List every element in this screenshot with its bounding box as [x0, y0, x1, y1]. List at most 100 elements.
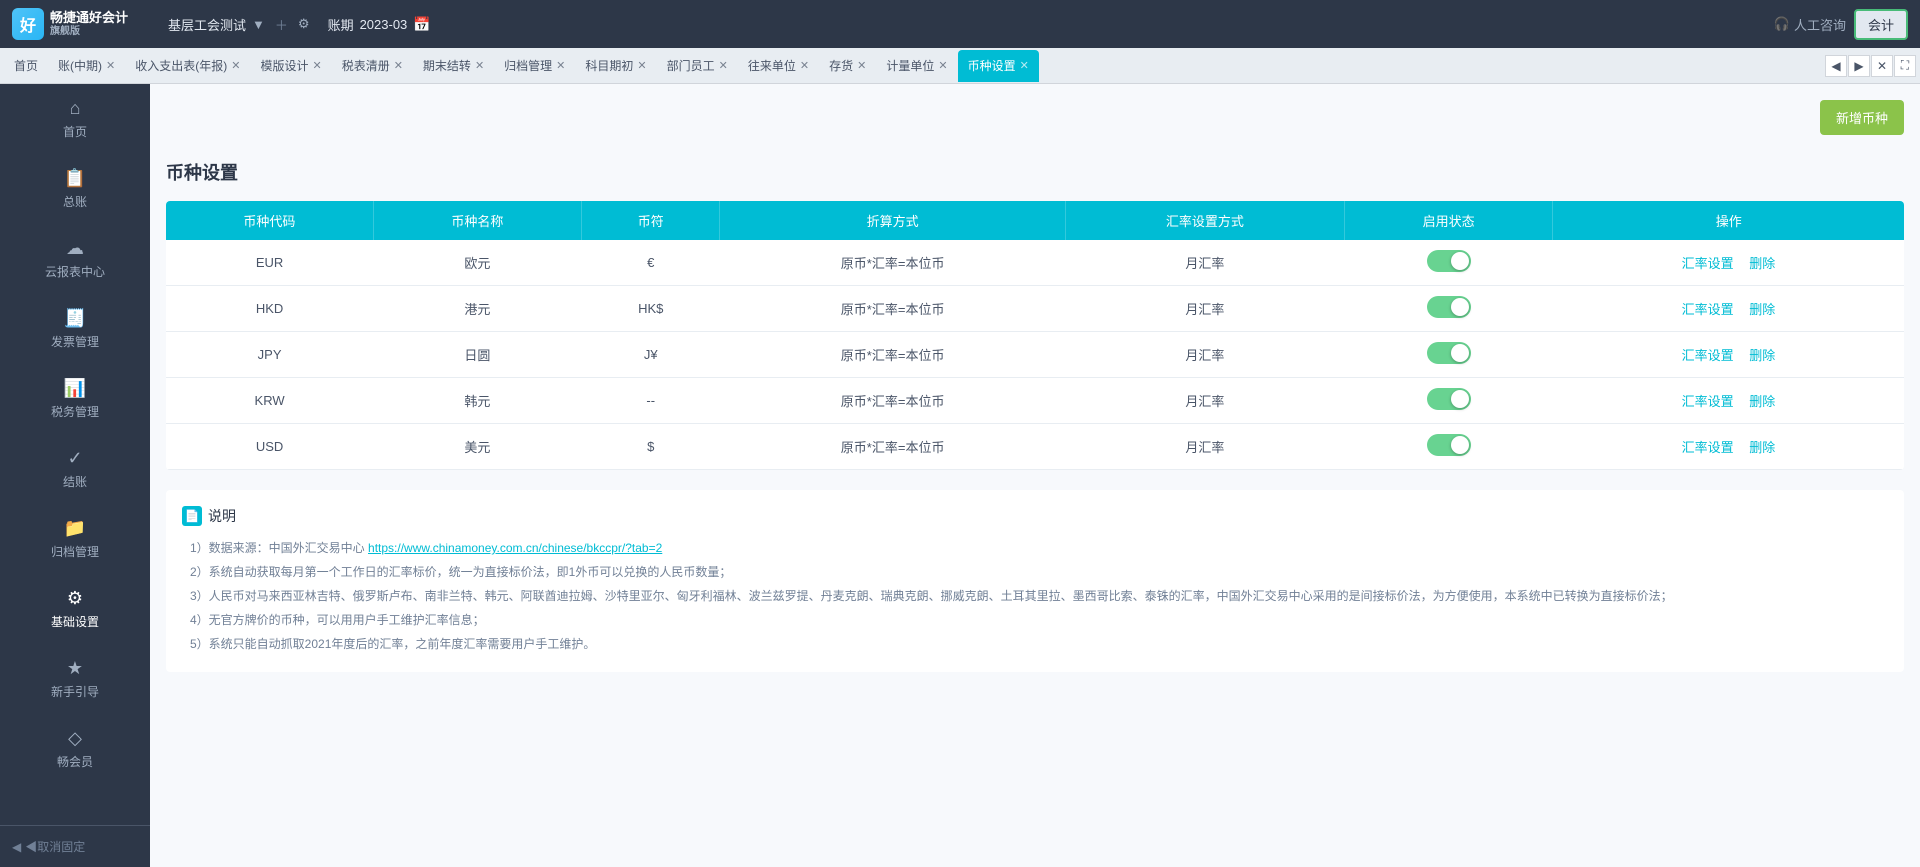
toggle-track	[1427, 342, 1471, 364]
help-button[interactable]: 🎧 人工咨询	[1774, 15, 1846, 34]
tab-home[interactable]: 首页	[4, 50, 48, 82]
tab-currency-close[interactable]: ✕	[1020, 59, 1029, 72]
sidebar-item-tax[interactable]: 📊 税务管理	[0, 364, 150, 434]
enable-toggle[interactable]	[1427, 388, 1471, 410]
sidebar-item-checkout[interactable]: ✓ 结账	[0, 434, 150, 504]
delete-link[interactable]: 删除	[1749, 440, 1775, 455]
tab-subject-close[interactable]: ✕	[637, 59, 646, 72]
delete-link[interactable]: 删除	[1749, 302, 1775, 317]
table-row: HKD 港元 HK$ 原币*汇率=本位币 月汇率 汇率设置 删除	[166, 286, 1904, 332]
cell-actions: 汇率设置 删除	[1553, 286, 1904, 332]
rate-setting-link[interactable]: 汇率设置	[1682, 440, 1734, 455]
tab-measure-close[interactable]: ✕	[938, 59, 947, 72]
tab-prev-button[interactable]: ◀	[1825, 55, 1847, 77]
note-item-3: 3）人民币对马来西亚林吉特、俄罗斯卢布、南非兰特、韩元、阿联酋迪拉姆、沙特里亚尔…	[190, 584, 1888, 608]
settings-gear-icon: ⚙	[67, 588, 83, 609]
sidebar-item-home[interactable]: ⌂ 首页	[0, 84, 150, 154]
tab-subject[interactable]: 科目期初 ✕	[575, 50, 656, 82]
enable-toggle[interactable]	[1427, 296, 1471, 318]
tab-archive[interactable]: 归档管理 ✕	[494, 50, 575, 82]
note-section: 📄 说明 1）数据来源：中国外汇交易中心 https://www.chinamo…	[166, 490, 1904, 672]
rate-setting-link[interactable]: 汇率设置	[1682, 394, 1734, 409]
tab-bar: 首页 账(中期) ✕ 收入支出表(年报) ✕ 模版设计 ✕ 税表清册 ✕ 期末结…	[0, 48, 1920, 84]
period-value: 2023-03	[360, 17, 408, 32]
invoice-icon: 🧾	[64, 308, 86, 329]
tab-dept[interactable]: 部门员工 ✕	[657, 50, 738, 82]
sidebar-item-settings[interactable]: ⚙ 基础设置	[0, 574, 150, 644]
rate-setting-link[interactable]: 汇率设置	[1682, 256, 1734, 271]
account-button[interactable]: 会计	[1854, 9, 1908, 40]
home-icon: ⌂	[70, 98, 81, 119]
breadcrumb-area: 基层工会测试 ▼ ＋ ⚙ 账期 2023-03 📅	[168, 15, 1766, 34]
tab-currency[interactable]: 币种设置 ✕	[958, 50, 1039, 82]
sidebar-item-ledger[interactable]: 📋 总账	[0, 154, 150, 224]
col-enabled: 启用状态	[1344, 201, 1553, 240]
note-link[interactable]: https://www.chinamoney.com.cn/chinese/bk…	[368, 541, 662, 555]
tab-income-close[interactable]: ✕	[231, 59, 240, 72]
currency-table: 币种代码 币种名称 币符 折算方式 汇率设置方式 启用状态 操作 EUR 欧元 …	[166, 201, 1904, 470]
tab-period-end[interactable]: 期末结转 ✕	[413, 50, 494, 82]
tab-template[interactable]: 模版设计 ✕	[250, 50, 331, 82]
tab-next-button[interactable]: ▶	[1848, 55, 1870, 77]
add-icon[interactable]: ＋	[275, 15, 288, 34]
sidebar-item-reports-label: 云报表中心	[45, 263, 105, 280]
dropdown-arrow-icon[interactable]: ▼	[252, 17, 265, 32]
sidebar-item-settings-label: 基础设置	[51, 613, 99, 630]
rate-setting-link[interactable]: 汇率设置	[1682, 302, 1734, 317]
sidebar-pin-toggle[interactable]: ◀ ◀取消固定	[0, 825, 150, 867]
delete-link[interactable]: 删除	[1749, 348, 1775, 363]
sidebar: ⌂ 首页 📋 总账 ☁ 云报表中心 🧾 发票管理 📊 税务管理 ✓ 结账 📁 归…	[0, 84, 150, 867]
enable-toggle[interactable]	[1427, 342, 1471, 364]
ledger-icon: 📋	[64, 168, 86, 189]
tab-period[interactable]: 账(中期) ✕	[48, 50, 125, 82]
sidebar-item-ledger-label: 总账	[63, 193, 87, 210]
toggle-thumb	[1451, 436, 1469, 454]
rate-setting-link[interactable]: 汇率设置	[1682, 348, 1734, 363]
sidebar-item-invoice-label: 发票管理	[51, 333, 99, 350]
cell-enabled	[1344, 378, 1553, 424]
tab-currency-label: 币种设置	[968, 57, 1016, 74]
tab-close-all-button[interactable]: ✕	[1871, 55, 1893, 77]
tab-archive-close[interactable]: ✕	[556, 59, 565, 72]
col-actions: 操作	[1553, 201, 1904, 240]
sidebar-item-archive[interactable]: 📁 归档管理	[0, 504, 150, 574]
tab-income[interactable]: 收入支出表(年报) ✕	[125, 50, 250, 82]
sidebar-item-checkout-label: 结账	[63, 473, 87, 490]
cell-actions: 汇率设置 删除	[1553, 424, 1904, 470]
sidebar-item-member[interactable]: ◇ 畅会员	[0, 714, 150, 784]
logo-area: 好 畅捷通好会计 旗舰版	[12, 8, 160, 40]
sidebar-item-invoice[interactable]: 🧾 发票管理	[0, 294, 150, 364]
tab-income-label: 收入支出表(年报)	[135, 57, 227, 74]
tab-expand-button[interactable]: ⛶	[1894, 55, 1916, 77]
cell-actions: 汇率设置 删除	[1553, 332, 1904, 378]
cell-symbol: $	[582, 424, 720, 470]
tab-tax[interactable]: 税表清册 ✕	[332, 50, 413, 82]
tab-period-close[interactable]: ✕	[106, 59, 115, 72]
table-row: USD 美元 $ 原币*汇率=本位币 月汇率 汇率设置 删除	[166, 424, 1904, 470]
settings-icon[interactable]: ⚙	[298, 16, 310, 32]
new-currency-button[interactable]: 新增币种	[1820, 100, 1904, 135]
tab-stock-close[interactable]: ✕	[857, 59, 866, 72]
delete-link[interactable]: 删除	[1749, 394, 1775, 409]
enable-toggle[interactable]	[1427, 434, 1471, 456]
tab-template-close[interactable]: ✕	[312, 59, 321, 72]
period-info: 账期 2023-03 📅	[328, 15, 431, 34]
note-heading: 说明	[208, 506, 236, 526]
tab-measure[interactable]: 计量单位 ✕	[876, 50, 957, 82]
tab-period-end-close[interactable]: ✕	[475, 59, 484, 72]
calendar-icon[interactable]: 📅	[413, 16, 430, 33]
cell-enabled	[1344, 332, 1553, 378]
tab-unit-label: 往来单位	[748, 57, 796, 74]
enable-toggle[interactable]	[1427, 250, 1471, 272]
cell-calc: 原币*汇率=本位币	[720, 378, 1066, 424]
tab-unit-close[interactable]: ✕	[800, 59, 809, 72]
tab-tax-close[interactable]: ✕	[394, 59, 403, 72]
sidebar-item-guide[interactable]: ★ 新手引导	[0, 644, 150, 714]
tab-dept-close[interactable]: ✕	[719, 59, 728, 72]
tab-home-label: 首页	[14, 57, 38, 74]
sidebar-item-reports[interactable]: ☁ 云报表中心	[0, 224, 150, 294]
account-name: 基层工会测试	[168, 15, 246, 34]
tab-stock[interactable]: 存货 ✕	[819, 50, 876, 82]
tab-unit[interactable]: 往来单位 ✕	[738, 50, 819, 82]
delete-link[interactable]: 删除	[1749, 256, 1775, 271]
